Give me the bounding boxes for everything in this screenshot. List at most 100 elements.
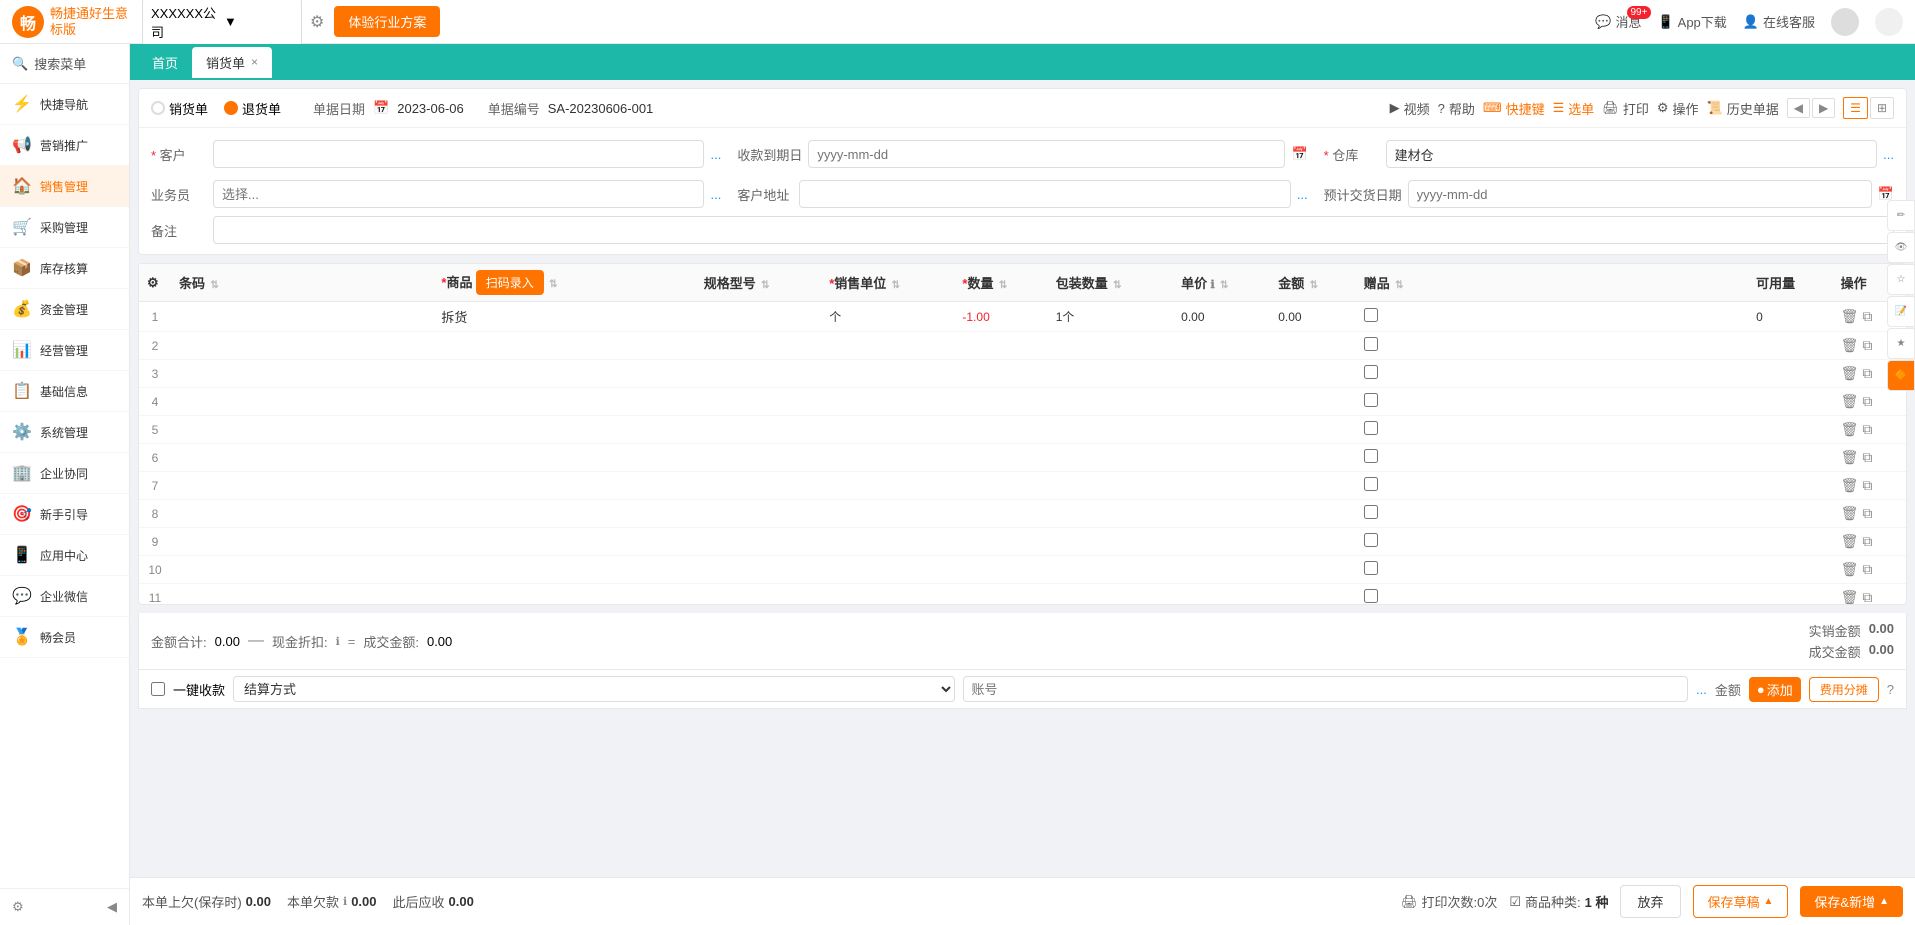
company-selector[interactable]: XXXXXX公司 ▼	[142, 0, 302, 46]
gift-cell[interactable]	[1356, 302, 1442, 332]
barcode-cell[interactable]	[171, 388, 433, 416]
delete-row-btn[interactable]: 🗑	[1841, 421, 1859, 438]
copy-row-btn[interactable]: ⧉	[1862, 589, 1872, 604]
product-cell[interactable]	[433, 556, 695, 584]
gift-cell[interactable]	[1356, 556, 1442, 584]
sidebar-item-basics[interactable]: 📋 基础信息	[0, 371, 129, 412]
abandon-button[interactable]: 放弃	[1620, 885, 1680, 918]
float-btn-eye[interactable]: 👁	[1887, 232, 1915, 263]
prev-owed-info[interactable]: ℹ	[343, 895, 347, 908]
gift-cell[interactable]	[1356, 416, 1442, 444]
filter-btn[interactable]: ☰ 选单	[1553, 99, 1595, 118]
radio-sales[interactable]: 销货单	[151, 99, 208, 118]
warehouse-input[interactable]	[1386, 140, 1877, 168]
amount-cell[interactable]	[1270, 332, 1356, 360]
unit-cell[interactable]	[821, 472, 954, 500]
spec-cell[interactable]	[696, 302, 821, 332]
unit-price-cell[interactable]	[1173, 416, 1270, 444]
gift-cell[interactable]	[1356, 388, 1442, 416]
due-date-input[interactable]	[808, 140, 1285, 168]
list-view-btn[interactable]: ☰	[1843, 97, 1868, 119]
product-cell[interactable]	[433, 388, 695, 416]
delete-row-btn[interactable]: 🗑	[1841, 365, 1859, 382]
save-draft-button[interactable]: 保存草稿 ▲	[1693, 885, 1789, 918]
copy-row-btn[interactable]: ⧉	[1862, 505, 1872, 522]
spec-cell[interactable]	[696, 556, 821, 584]
due-date-calendar-icon[interactable]: 📅	[1291, 146, 1307, 162]
qty-cell[interactable]	[954, 500, 1047, 528]
salesperson-ellipsis[interactable]: ...	[710, 187, 721, 202]
account-input[interactable]	[963, 676, 1689, 702]
unit-price-cell[interactable]	[1173, 528, 1270, 556]
radio-return[interactable]: 退货单	[224, 99, 281, 118]
unit-price-cell[interactable]	[1173, 472, 1270, 500]
sidebar-item-guide[interactable]: 🎯 新手引导	[0, 494, 129, 535]
delete-row-btn[interactable]: 🗑	[1841, 337, 1859, 354]
unit-cell[interactable]	[821, 556, 954, 584]
trial-button[interactable]: 体验行业方案	[334, 6, 440, 37]
sidebar-item-finance[interactable]: 💰 资金管理	[0, 289, 129, 330]
copy-row-btn[interactable]: ⧉	[1862, 393, 1872, 410]
qty-cell[interactable]	[954, 360, 1047, 388]
barcode-cell[interactable]	[171, 360, 433, 388]
scan-button[interactable]: 扫码录入	[476, 270, 544, 295]
copy-row-btn[interactable]: ⧉	[1862, 449, 1872, 466]
amount-cell[interactable]	[1270, 416, 1356, 444]
gift-cell[interactable]	[1356, 584, 1442, 605]
float-btn-bookmark[interactable]: ★	[1887, 328, 1915, 359]
spec-cell[interactable]	[696, 332, 821, 360]
unit-price-cell[interactable]	[1173, 444, 1270, 472]
account-ellipsis[interactable]: ...	[1696, 682, 1707, 697]
qty-cell[interactable]	[954, 416, 1047, 444]
delete-row-btn[interactable]: 🗑	[1841, 505, 1859, 522]
product-sort-icon[interactable]: ⇅	[549, 279, 557, 290]
col-settings-icon[interactable]: ⚙	[147, 275, 159, 290]
gift-sort-icon[interactable]: ⇅	[1395, 280, 1403, 291]
product-cell[interactable]	[433, 332, 695, 360]
unit-cell[interactable]	[821, 528, 954, 556]
sidebar-item-quick-nav[interactable]: ⚡ 快捷导航	[0, 84, 129, 125]
user-avatar[interactable]	[1831, 8, 1859, 36]
delete-row-btn[interactable]: 🗑	[1841, 477, 1859, 494]
copy-row-btn[interactable]: ⧉	[1862, 421, 1872, 438]
spec-cell[interactable]	[696, 584, 821, 605]
spec-cell[interactable]	[696, 444, 821, 472]
customer-input[interactable]	[213, 140, 704, 168]
gift-cell[interactable]	[1356, 472, 1442, 500]
unit-sort-icon[interactable]: ⇅	[892, 280, 900, 291]
product-cell[interactable]: 拆货	[433, 302, 695, 332]
barcode-cell[interactable]	[171, 444, 433, 472]
copy-row-btn[interactable]: ⧉	[1862, 561, 1872, 578]
qty-sort-icon[interactable]: ⇅	[999, 280, 1007, 291]
unit-cell[interactable]	[821, 360, 954, 388]
barcode-sort-icon[interactable]: ⇅	[210, 280, 218, 291]
barcode-cell[interactable]	[171, 332, 433, 360]
discount-info-icon[interactable]: ℹ	[336, 635, 340, 648]
print-btn[interactable]: 🖨 打印	[1602, 99, 1649, 118]
amount-cell[interactable]	[1270, 360, 1356, 388]
sidebar-item-wechat[interactable]: 💬 企业微信	[0, 576, 129, 617]
spec-cell[interactable]	[696, 500, 821, 528]
video-btn[interactable]: ▶ 视频	[1390, 99, 1430, 118]
sidebar-item-enterprise[interactable]: 🏢 企业协同	[0, 453, 129, 494]
gift-cell[interactable]	[1356, 528, 1442, 556]
product-cell[interactable]	[433, 584, 695, 605]
delete-row-btn[interactable]: 🗑	[1841, 533, 1859, 550]
spec-cell[interactable]	[696, 472, 821, 500]
amount-cell[interactable]	[1270, 388, 1356, 416]
unit-cell[interactable]: 个	[821, 302, 954, 332]
amount-cell[interactable]	[1270, 500, 1356, 528]
qty-cell[interactable]	[954, 584, 1047, 605]
online-service-button[interactable]: 👤 在线客服	[1743, 12, 1815, 31]
copy-row-btn[interactable]: ⧉	[1862, 365, 1872, 382]
barcode-cell[interactable]	[171, 500, 433, 528]
barcode-cell[interactable]	[171, 416, 433, 444]
float-btn-edit[interactable]: ✏	[1887, 200, 1915, 231]
delete-row-btn[interactable]: 🗑	[1841, 589, 1859, 604]
sidebar-settings-icon[interactable]: ⚙	[12, 899, 24, 915]
message-button[interactable]: 💬 消息 99+	[1595, 12, 1641, 31]
unit-price-cell[interactable]: 0.00	[1173, 302, 1270, 332]
product-cell[interactable]	[433, 416, 695, 444]
delete-row-btn[interactable]: 🗑	[1841, 393, 1859, 410]
prev-btn[interactable]: ◀	[1787, 98, 1810, 118]
